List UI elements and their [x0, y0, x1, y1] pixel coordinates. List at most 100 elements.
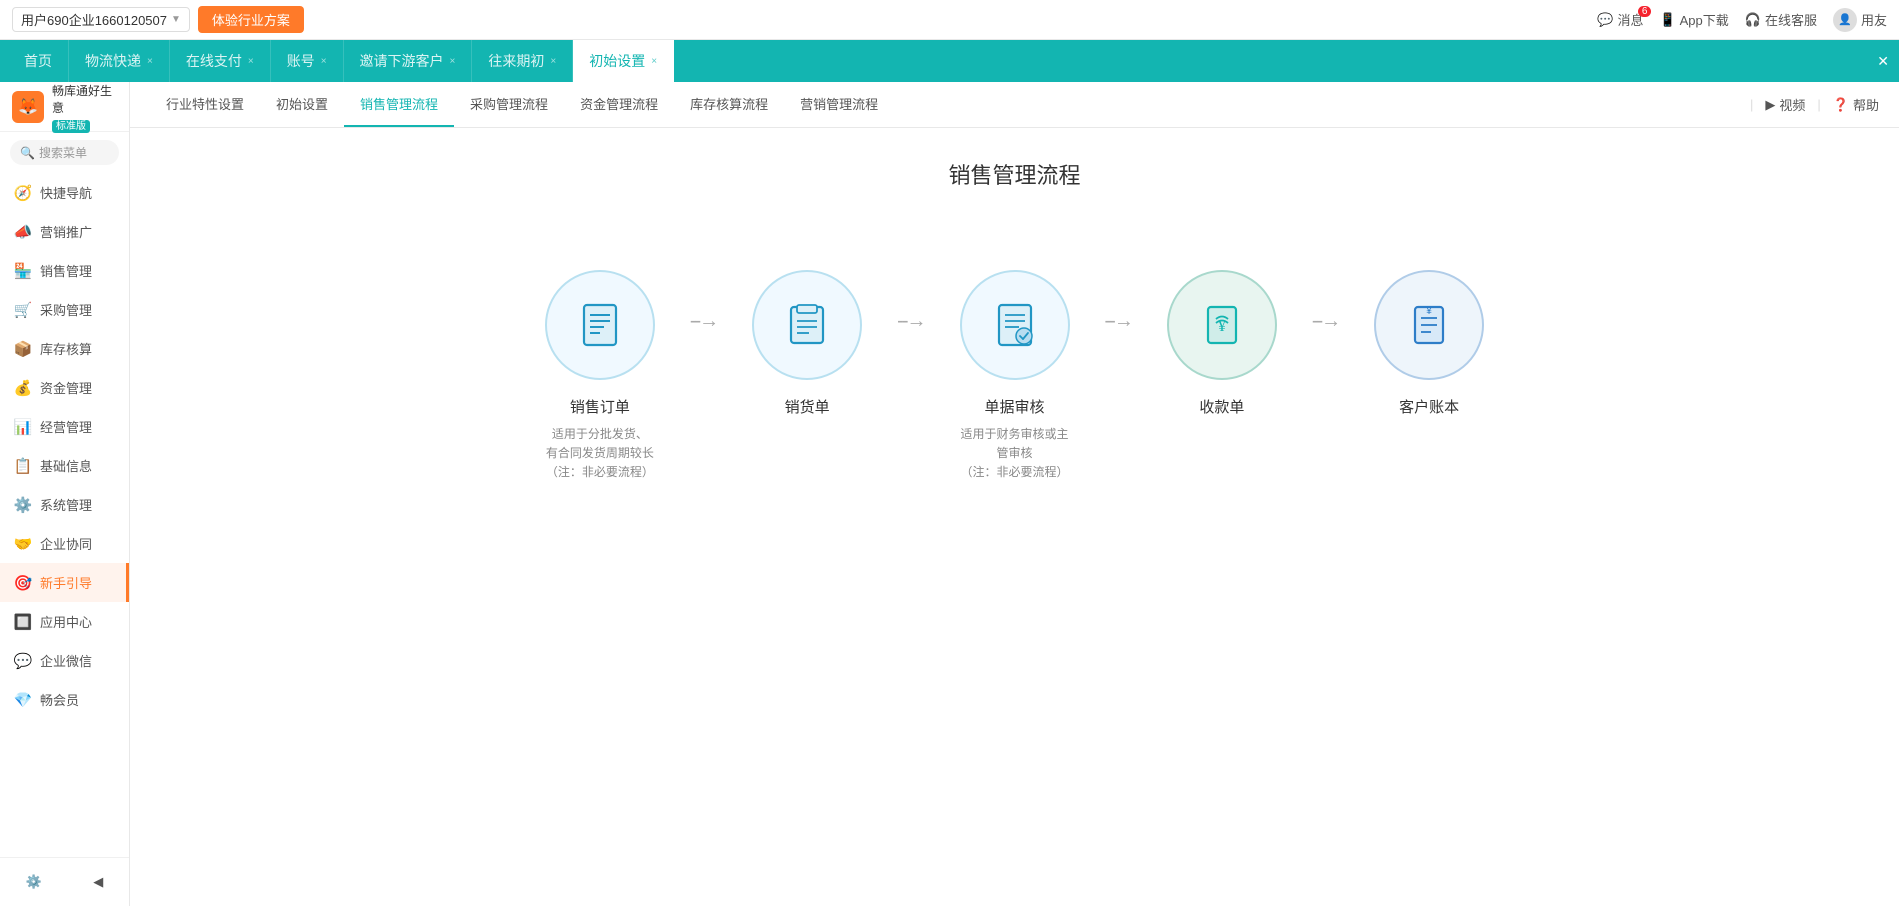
app-download-item[interactable]: 📱 App下载	[1659, 10, 1728, 29]
main-layout: 🦊 畅库通好生意 标准版 🔍 搜索菜单 🧭 快捷导航 📣 营销推广 🏪 销售管理…	[0, 82, 1899, 906]
sidebar-item-system[interactable]: ⚙️ 系统管理	[0, 485, 129, 524]
flow-diagram: 销售订单 适用于分批发货、有合同发货周期较长（注：非必要流程） --→	[170, 250, 1859, 503]
nav-tab-invite[interactable]: 邀请下游客户 ×	[344, 40, 473, 82]
close-icon[interactable]: ×	[550, 56, 556, 67]
flow-circle-sales-order	[545, 270, 655, 380]
nav-tab-label: 账号	[287, 51, 315, 71]
search-icon: 🔍	[20, 146, 35, 160]
sub-tab-industry[interactable]: 行业特性设置	[150, 82, 260, 127]
wechat-icon: 💬	[14, 652, 32, 670]
sidebar-item-wechat[interactable]: 💬 企业微信	[0, 641, 129, 680]
sidebar-item-label: 应用中心	[40, 612, 92, 631]
sidebar-item-label: 新手引导	[40, 573, 92, 592]
sidebar-item-enterprise[interactable]: 🤝 企业协同	[0, 524, 129, 563]
user-selector[interactable]: 用户690企业1660120507 ▼	[12, 7, 190, 32]
collapse-button[interactable]: ◀	[79, 866, 117, 898]
message-item[interactable]: 💬 消息 6	[1597, 10, 1643, 29]
flow-step-audit: 单据审核 适用于财务审核或主管审核（注：非必要流程）	[925, 270, 1105, 483]
top-bar-right: 💬 消息 6 📱 App下载 🎧 在线客服 👤 用友	[1597, 8, 1887, 32]
close-icon[interactable]: ×	[248, 56, 254, 67]
operations-icon: 📊	[14, 418, 32, 436]
sub-tab-inventory-flow[interactable]: 库存核算流程	[674, 82, 784, 127]
nav-tab-init[interactable]: 初始设置 ×	[573, 40, 674, 82]
flow-arrow-4: --→	[1312, 270, 1339, 333]
arrow-icon: --→	[1105, 310, 1132, 333]
sidebar-item-label: 经营管理	[40, 417, 92, 436]
finance-icon: 💰	[14, 379, 32, 397]
user-name: 用友	[1861, 10, 1887, 29]
message-icon: 💬	[1597, 12, 1613, 28]
arrow-icon: --→	[690, 310, 717, 333]
nav-tab-label: 物流快递	[85, 51, 141, 71]
sidebar-item-member[interactable]: 💎 畅会员	[0, 680, 129, 719]
sidebar-item-guide[interactable]: 🎯 新手引导	[0, 563, 129, 602]
sub-tab-label: 营销管理流程	[800, 97, 878, 112]
sub-tab-label: 采购管理流程	[470, 97, 548, 112]
video-link[interactable]: ▶ 视频	[1765, 95, 1805, 114]
svg-text:¥: ¥	[1425, 306, 1432, 317]
sub-tab-purchase-flow[interactable]: 采购管理流程	[454, 82, 564, 127]
nav-tab-period[interactable]: 往来期初 ×	[472, 40, 573, 82]
flow-circle-audit	[960, 270, 1070, 380]
message-badge: 6	[1638, 6, 1652, 17]
avatar: 👤	[1833, 8, 1857, 32]
guide-icon: 🎯	[14, 574, 32, 592]
app-download-label: App下载	[1680, 10, 1729, 29]
sidebar-item-label: 企业协同	[40, 534, 92, 553]
purchase-icon: 🛒	[14, 301, 32, 319]
sub-tab-marketing-flow[interactable]: 营销管理流程	[784, 82, 894, 127]
flow-step-name: 销货单	[785, 396, 830, 417]
sidebar-item-navigation[interactable]: 🧭 快捷导航	[0, 173, 129, 212]
nav-tab-account[interactable]: 账号 ×	[271, 40, 344, 82]
flow-step-name: 收款单	[1199, 396, 1244, 417]
sidebar-item-label: 营销推广	[40, 222, 92, 241]
flow-step-desc: 适用于分批发货、有合同发货周期较长（注：非必要流程）	[546, 425, 654, 483]
sidebar-item-label: 采购管理	[40, 300, 92, 319]
sidebar-search[interactable]: 🔍 搜索菜单	[0, 132, 129, 173]
sidebar-item-inventory[interactable]: 📦 库存核算	[0, 329, 129, 368]
navigation-icon: 🧭	[14, 184, 32, 202]
separator: |	[1750, 97, 1753, 112]
sub-tab-finance-flow[interactable]: 资金管理流程	[564, 82, 674, 127]
page-content: 销售管理流程 销售订单 适用于分批发货、有合同	[130, 128, 1899, 533]
sidebar-item-sales[interactable]: 🏪 销售管理	[0, 251, 129, 290]
flow-circle-ledger: ¥	[1374, 270, 1484, 380]
help-link[interactable]: ❓ 帮助	[1833, 95, 1879, 114]
nav-tab-label: 邀请下游客户	[360, 51, 444, 71]
sidebar-item-operations[interactable]: 📊 经营管理	[0, 407, 129, 446]
nav-tab-logistics[interactable]: 物流快递 ×	[69, 40, 170, 82]
close-all-button[interactable]: ✕	[1867, 53, 1899, 70]
sidebar-item-label: 畅会员	[40, 690, 79, 709]
download-icon: 📱	[1659, 12, 1675, 28]
user-avatar-item[interactable]: 👤 用友	[1833, 8, 1887, 32]
video-label: 视频	[1779, 95, 1805, 114]
online-service-label: 在线客服	[1765, 10, 1817, 29]
sidebar-item-label: 库存核算	[40, 339, 92, 358]
arrow-icon: --→	[1312, 310, 1339, 333]
nav-tab-payment[interactable]: 在线支付 ×	[170, 40, 271, 82]
online-service-item[interactable]: 🎧 在线客服	[1745, 10, 1817, 29]
sidebar-item-label: 基础信息	[40, 456, 92, 475]
sub-tab-initial[interactable]: 初始设置	[260, 82, 344, 127]
sidebar-item-marketing[interactable]: 📣 营销推广	[0, 212, 129, 251]
help-icon: ❓	[1833, 97, 1849, 113]
nav-tab-home[interactable]: 首页	[8, 40, 69, 82]
headset-icon: 🎧	[1745, 12, 1761, 28]
sub-tab-sales-flow[interactable]: 销售管理流程	[344, 82, 454, 127]
member-icon: 💎	[14, 691, 32, 709]
sidebar-bottom: ⚙️ ◀	[0, 857, 129, 906]
search-inner[interactable]: 🔍 搜索菜单	[10, 140, 119, 165]
sidebar-item-appstore[interactable]: 🔲 应用中心	[0, 602, 129, 641]
close-icon[interactable]: ×	[147, 56, 153, 67]
close-icon[interactable]: ×	[651, 56, 657, 67]
logo-name: 畅库通好生意	[52, 82, 117, 116]
try-solution-button[interactable]: 体验行业方案	[198, 6, 304, 33]
user-label: 用户690企业1660120507	[21, 10, 167, 29]
close-icon[interactable]: ×	[450, 56, 456, 67]
settings-button[interactable]: ⚙️	[12, 866, 56, 898]
sidebar-item-finance[interactable]: 💰 资金管理	[0, 368, 129, 407]
sidebar-item-basic-info[interactable]: 📋 基础信息	[0, 446, 129, 485]
logo-text: 畅库通好生意 标准版	[52, 82, 117, 132]
close-icon[interactable]: ×	[321, 56, 327, 67]
sidebar-item-purchase[interactable]: 🛒 采购管理	[0, 290, 129, 329]
